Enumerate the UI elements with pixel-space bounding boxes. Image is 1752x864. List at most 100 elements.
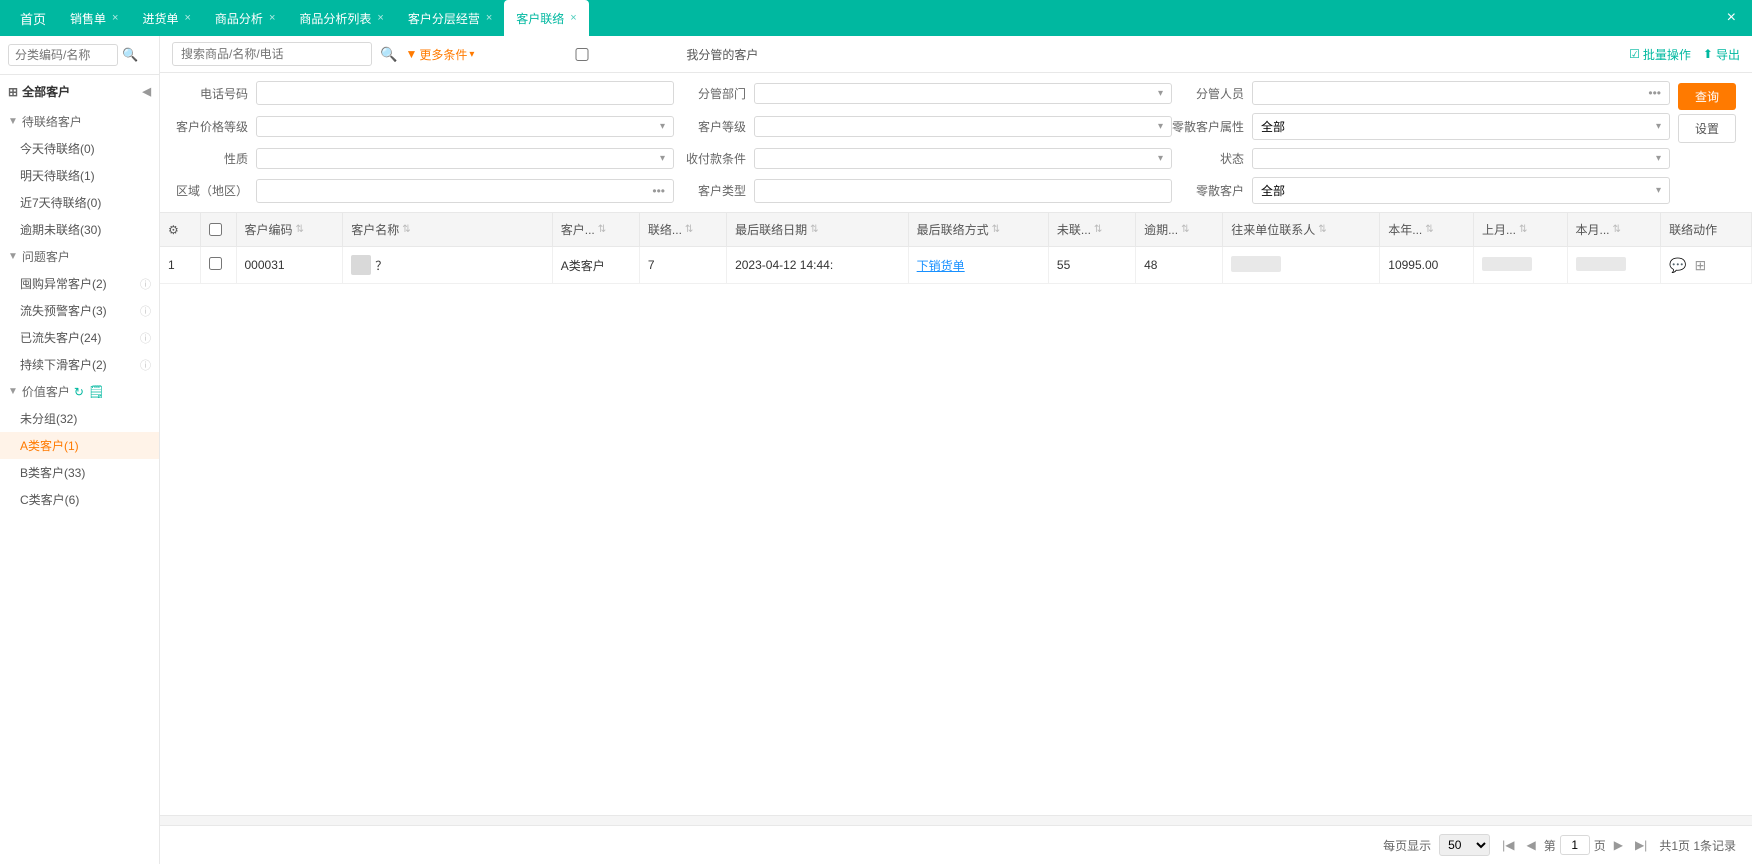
sort-code-icon[interactable]: ⇅ [296, 224, 304, 235]
select-all-checkbox[interactable] [209, 223, 222, 236]
person-dots-icon: ••• [1648, 86, 1661, 100]
sort-name-icon[interactable]: ⇅ [402, 224, 410, 235]
status-select[interactable]: ▾ [1252, 148, 1670, 169]
person-input[interactable]: ••• [1252, 81, 1670, 105]
payment-select[interactable]: ▾ [754, 148, 1172, 169]
sidebar-search-input[interactable] [8, 44, 118, 66]
sort-overdue-icon[interactable]: ⇅ [1181, 224, 1189, 235]
retail-attr-chevron-icon: ▾ [1656, 121, 1661, 132]
cell-last-date: 2023-04-12 14:44: [727, 247, 909, 284]
sidebar-item-declining[interactable]: 持续下滑客户(2) ⓘ [0, 351, 159, 378]
customer-level-select[interactable]: ▾ [754, 116, 1172, 137]
sidebar-item-hoarding[interactable]: 囤购异常客户(2) ⓘ [0, 270, 159, 297]
price-level-select[interactable]: ▾ [256, 116, 674, 137]
retail-attr-select[interactable]: 全部 ▾ [1252, 113, 1670, 140]
sort-contact2-icon[interactable]: ⇅ [1318, 224, 1326, 235]
phone-input[interactable] [256, 81, 674, 105]
sort-this-month-icon[interactable]: ⇅ [1613, 224, 1621, 235]
nav-customer-contact-close[interactable]: × [570, 12, 576, 24]
customer-table: ⚙ 客户编码 ⇅ 客户名称 [160, 213, 1752, 284]
customer-type-input[interactable] [754, 179, 1172, 203]
window-close-icon[interactable]: × [1719, 9, 1744, 27]
first-page-btn[interactable]: |◀ [1498, 836, 1518, 854]
per-page-select[interactable]: 50 100 [1439, 834, 1490, 856]
search-btn[interactable]: 查询 [1678, 83, 1736, 110]
customer-avatar [351, 255, 371, 275]
sidebar-item-b-class[interactable]: B类客户(33) [0, 459, 159, 486]
page-number-input[interactable] [1560, 835, 1590, 855]
search-input[interactable] [172, 42, 372, 66]
nav-home[interactable]: 首页 [8, 0, 58, 36]
nav-product-list[interactable]: 商品分析列表 × [287, 0, 395, 36]
sort-last-method-icon[interactable]: ⇅ [992, 224, 1000, 235]
sidebar-item-today[interactable]: 今天待联络(0) [0, 135, 159, 162]
filter-dept: 分管部门 ▾ [674, 83, 1172, 104]
sort-this-year-icon[interactable]: ⇅ [1425, 224, 1433, 235]
my-customers-checkbox[interactable] [482, 48, 682, 61]
cell-last-method[interactable]: 下销货单 [908, 247, 1048, 284]
nature-select[interactable]: ▾ [256, 148, 674, 169]
nav-product-list-close[interactable]: × [377, 12, 383, 24]
nav-customer-tier-close[interactable]: × [486, 12, 492, 24]
export-btn[interactable]: ⬆ 导出 [1703, 46, 1740, 63]
qr-action-icon[interactable]: ⊞ [1695, 257, 1707, 274]
sidebar-item-7days[interactable]: 近7天待联络(0) [0, 189, 159, 216]
my-customers-checkbox-label[interactable]: 我分管的客户 [482, 46, 758, 63]
filter-price-level: 客户价格等级 ▾ [176, 116, 674, 137]
sidebar-item-tomorrow[interactable]: 明天待联络(1) [0, 162, 159, 189]
nav-purchase[interactable]: 进货单 × [130, 0, 202, 36]
th-gear[interactable]: ⚙ [160, 213, 200, 247]
nav-purchase-close[interactable]: × [184, 12, 190, 24]
sidebar-item-unclassified[interactable]: 未分组(32) [0, 405, 159, 432]
region-dots-icon: ••• [652, 184, 665, 198]
sidebar-group-problem[interactable]: ▼ 问题客户 [0, 243, 159, 270]
hoarding-label: 囤购异常客户(2) [20, 275, 107, 292]
last-month-placeholder [1482, 257, 1532, 271]
last-page-btn[interactable]: ▶| [1631, 836, 1651, 854]
nav-product-analysis-close[interactable]: × [269, 12, 275, 24]
nav-customer-contact[interactable]: 客户联络 × [504, 0, 588, 36]
retail-select[interactable]: 全部 ▾ [1252, 177, 1670, 204]
sidebar-item-a-class[interactable]: A类客户(1) [0, 432, 159, 459]
row-checkbox[interactable] [209, 257, 222, 270]
chat-action-icon[interactable]: 💬 [1669, 257, 1686, 274]
th-name: 客户名称 ⇅ [343, 213, 553, 247]
sort-not-contacted-icon[interactable]: ⇅ [1094, 224, 1102, 235]
more-filters-btn[interactable]: ▼ 更多条件 ▾ [405, 46, 474, 63]
sidebar-item-overdue[interactable]: 逾期未联络(30) [0, 216, 159, 243]
sidebar-group-pending[interactable]: ▼ 待联络客户 [0, 108, 159, 135]
sort-level-icon[interactable]: ⇅ [598, 224, 606, 235]
next-page-btn[interactable]: ▶ [1610, 836, 1627, 854]
dept-select[interactable]: ▾ [754, 83, 1172, 104]
nav-customer-tier[interactable]: 客户分层经营 × [396, 0, 504, 36]
refresh-icon[interactable]: ↻ [74, 385, 84, 399]
sidebar-item-churned[interactable]: 已流失客户(24) ⓘ [0, 324, 159, 351]
sort-last-date-icon[interactable]: ⇅ [810, 224, 818, 235]
sort-last-month-icon[interactable]: ⇅ [1519, 224, 1527, 235]
sort-contact-icon[interactable]: ⇅ [685, 224, 693, 235]
sidebar-collapse-icon[interactable]: ◀ [143, 85, 151, 98]
sidebar-all-customers-header: ⊞ 全部客户 ◀ [0, 75, 159, 108]
region-input[interactable]: ••• [256, 179, 674, 203]
cell-checkbox[interactable] [200, 247, 236, 284]
th-checkbox[interactable] [200, 213, 236, 247]
batch-operation-btn[interactable]: ☑ 批量操作 [1629, 46, 1691, 63]
last-method-link[interactable]: 下销货单 [917, 259, 965, 273]
prev-page-btn[interactable]: ◀ [1522, 836, 1539, 854]
nav-product-analysis[interactable]: 商品分析 × [203, 0, 287, 36]
settings-btn[interactable]: 设置 [1678, 114, 1736, 143]
horizontal-scrollbar[interactable] [160, 815, 1752, 825]
edit-group-icon[interactable]: 🗒 [88, 384, 105, 400]
sidebar-group-value[interactable]: ▼ 价值客户 ↻ 🗒 [0, 378, 159, 405]
nav-sales[interactable]: 销售单 × [58, 0, 130, 36]
search-button-icon[interactable]: 🔍 [380, 46, 397, 63]
filter-status: 状态 ▾ [1172, 148, 1670, 169]
sidebar-item-churn-warning[interactable]: 流失预警客户(3) ⓘ [0, 297, 159, 324]
nav-sales-close[interactable]: × [112, 12, 118, 24]
sidebar-search-icon[interactable]: 🔍 [122, 47, 138, 63]
this-month-placeholder [1576, 257, 1626, 271]
table-row: 1 000031 ？ A类客户 7 2023 [160, 247, 1752, 284]
churned-label: 已流失客户(24) [20, 329, 101, 346]
sidebar-item-c-class[interactable]: C类客户(6) [0, 486, 159, 513]
filter-nature: 性质 ▾ [176, 148, 674, 169]
